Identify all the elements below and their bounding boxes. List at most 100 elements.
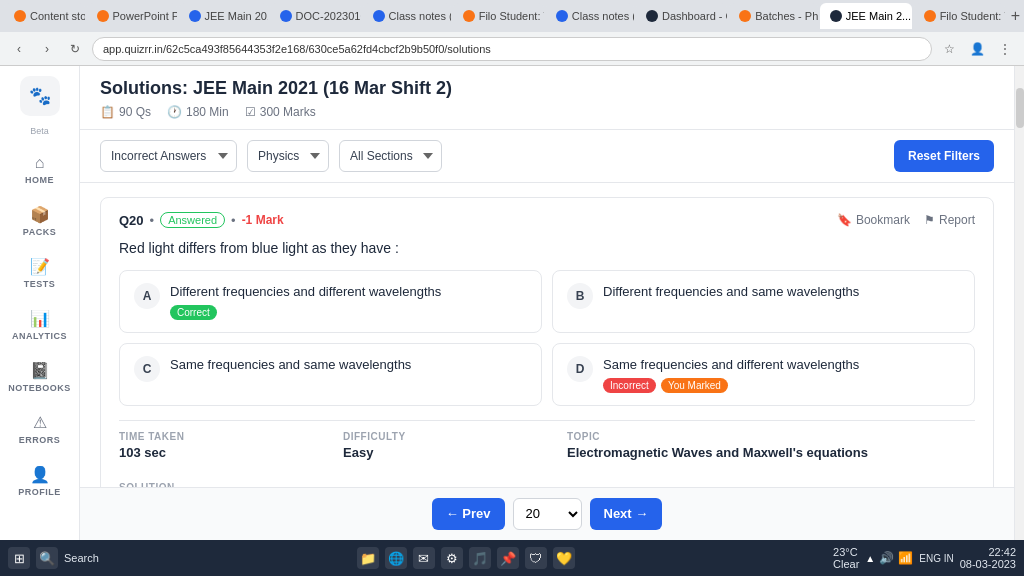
tab-filo-2[interactable]: Filo Student: V... (914, 3, 1005, 29)
subject-filter-select[interactable]: Physics (247, 140, 329, 172)
option-c-text: Same frequencies and same wavelengths (170, 356, 527, 374)
tab-content-store[interactable]: Content store (4, 3, 85, 29)
incorrect-badge: Incorrect (603, 378, 656, 393)
sidebar-item-profile[interactable]: 👤 PROFILE (5, 457, 75, 505)
tab-favicon (556, 10, 568, 22)
tests-icon: 📝 (30, 257, 50, 276)
refresh-button[interactable]: ↻ (64, 38, 86, 60)
tab-powerpoint[interactable]: PowerPoint Pr... (87, 3, 177, 29)
new-tab-button[interactable]: + (1011, 7, 1020, 25)
app-logo[interactable]: 🐾 (20, 76, 60, 116)
bookmark-star-icon[interactable]: ☆ (938, 38, 960, 60)
question-meta-row: Q20 • Answered • -1 Mark 🔖 Bookmark ⚑ Re… (119, 212, 975, 228)
filters-bar: Incorrect Answers Physics All Sections R… (80, 130, 1014, 183)
option-d-text: Same frequencies and different wavelengt… (603, 356, 859, 374)
tab-class-notes-2[interactable]: Class notes (f... (546, 3, 634, 29)
page-number-select[interactable]: 10 20 30 40 50 (513, 498, 582, 530)
scrollbar-thumb[interactable] (1016, 88, 1024, 128)
page-header: Solutions: JEE Main 2021 (16 Mar Shift 2… (80, 66, 1014, 130)
option-a-text: Different frequencies and different wave… (170, 283, 441, 301)
taskbar-app-5[interactable]: 🎵 (469, 547, 491, 569)
chevron-up-icon[interactable]: ▲ (865, 553, 875, 564)
sidebar-item-analytics[interactable]: 📊 ANALYTICS (5, 301, 75, 349)
prev-button[interactable]: ← Prev (432, 498, 505, 530)
sidebar-item-tests[interactable]: 📝 TESTS (5, 249, 75, 297)
tab-favicon (373, 10, 385, 22)
option-a-badges: Correct (170, 305, 441, 320)
taskbar-app-3[interactable]: ✉ (413, 547, 435, 569)
taskbar-app-2[interactable]: 🌐 (385, 547, 407, 569)
next-button[interactable]: Next → (590, 498, 663, 530)
browser-nav: ‹ › ↻ app.quizrr.in/62c5ca493f85644353f2… (0, 32, 1024, 66)
option-c-letter: C (134, 356, 160, 382)
pagination-bar: ← Prev 10 20 30 40 50 Next → (80, 487, 1014, 540)
question-actions: 🔖 Bookmark ⚑ Report (837, 213, 975, 227)
profile-icon[interactable]: 👤 (966, 38, 988, 60)
option-b-text: Different frequencies and same wavelengt… (603, 283, 960, 301)
option-a-card[interactable]: A Different frequencies and different wa… (119, 270, 542, 333)
speaker-icon[interactable]: 🔊 (879, 551, 894, 565)
answered-badge: Answered (160, 212, 225, 228)
network-icon[interactable]: 📶 (898, 551, 913, 565)
time-icon: 🕐 (167, 105, 182, 119)
logo-icon: 🐾 (29, 85, 51, 107)
taskbar-app-4[interactable]: ⚙ (441, 547, 463, 569)
answer-filter-select[interactable]: Incorrect Answers (100, 140, 237, 172)
report-button[interactable]: ⚑ Report (924, 213, 975, 227)
bookmark-button[interactable]: 🔖 Bookmark (837, 213, 910, 227)
page-meta: 📋 90 Qs 🕐 180 Min ☑ 300 Marks (100, 105, 994, 119)
question-text: Red light differs from blue light as the… (119, 240, 975, 256)
question-meta-left: Q20 • Answered • -1 Mark (119, 212, 284, 228)
taskbar-app-1[interactable]: 📁 (357, 547, 379, 569)
stats-row: TIME TAKEN 103 sec DIFFICULTY Easy TOPIC… (119, 420, 975, 472)
tab-filo-1[interactable]: Filo Student: V... (453, 3, 544, 29)
tab-favicon (280, 10, 292, 22)
taskbar-app-6[interactable]: 📌 (497, 547, 519, 569)
forward-button[interactable]: › (36, 38, 58, 60)
taskbar-app-8[interactable]: 💛 (553, 547, 575, 569)
settings-icon[interactable]: ⋮ (994, 38, 1016, 60)
section-filter-select[interactable]: All Sections (339, 140, 442, 172)
tab-favicon (14, 10, 26, 22)
scrollbar[interactable] (1014, 66, 1024, 540)
tab-jee-main-active[interactable]: JEE Main 2... ✕ (820, 3, 912, 29)
difficulty-stat: DIFFICULTY Easy (343, 431, 547, 460)
tab-favicon (739, 10, 751, 22)
main-content: Solutions: JEE Main 2021 (16 Mar Shift 2… (80, 66, 1014, 540)
option-b-card[interactable]: B Different frequencies and same wavelen… (552, 270, 975, 333)
tab-batches[interactable]: Batches - Phy... (729, 3, 817, 29)
sidebar-item-packs[interactable]: 📦 PACKS (5, 197, 75, 245)
questions-icon: 📋 (100, 105, 115, 119)
taskbar-app-7[interactable]: 🛡 (525, 547, 547, 569)
tab-doc[interactable]: DOC-2023010... (270, 3, 361, 29)
bookmark-icon: 🔖 (837, 213, 852, 227)
taskbar-right: 23°C Clear ▲ 🔊 📶 ENG IN 22:42 08-03-2023 (833, 546, 1016, 570)
tab-class-notes-1[interactable]: Class notes (f... (363, 3, 451, 29)
correct-badge: Correct (170, 305, 217, 320)
home-icon: ⌂ (35, 154, 45, 172)
sidebar-item-errors[interactable]: ⚠ ERRORS (5, 405, 75, 453)
tab-favicon (463, 10, 475, 22)
search-taskbar-label[interactable]: Search (64, 552, 99, 564)
option-d-card[interactable]: D Same frequencies and different wavelen… (552, 343, 975, 406)
tab-jee[interactable]: JEE Main 201... (179, 3, 268, 29)
back-button[interactable]: ‹ (8, 38, 30, 60)
beta-label: Beta (30, 126, 49, 136)
search-taskbar-button[interactable]: 🔍 (36, 547, 58, 569)
taskbar: ⊞ 🔍 Search 📁 🌐 ✉ ⚙ 🎵 📌 🛡 💛 23°C Clear ▲ … (0, 540, 1024, 576)
browser-tabs: Content store PowerPoint Pr... JEE Main … (0, 0, 1024, 32)
sidebar: 🐾 Beta ⌂ HOME 📦 PACKS 📝 TESTS 📊 ANALYTIC… (0, 66, 80, 540)
start-button[interactable]: ⊞ (8, 547, 30, 569)
time-display: 22:42 08-03-2023 (960, 546, 1016, 570)
system-icons: ▲ 🔊 📶 (865, 551, 913, 565)
mark-badge: -1 Mark (242, 213, 284, 227)
tab-dashboard[interactable]: Dashboard - C... (636, 3, 727, 29)
sidebar-item-home[interactable]: ⌂ HOME (5, 146, 75, 193)
weather-display: 23°C Clear (833, 546, 859, 570)
reset-filters-button[interactable]: Reset Filters (894, 140, 994, 172)
address-bar[interactable]: app.quizrr.in/62c5ca493f85644353f2e168/6… (92, 37, 932, 61)
sidebar-item-notebooks[interactable]: 📓 NOTEBOOKS (5, 353, 75, 401)
option-c-card[interactable]: C Same frequencies and same wavelengths (119, 343, 542, 406)
language-display: ENG IN (919, 553, 953, 564)
marks-meta: ☑ 300 Marks (245, 105, 316, 119)
